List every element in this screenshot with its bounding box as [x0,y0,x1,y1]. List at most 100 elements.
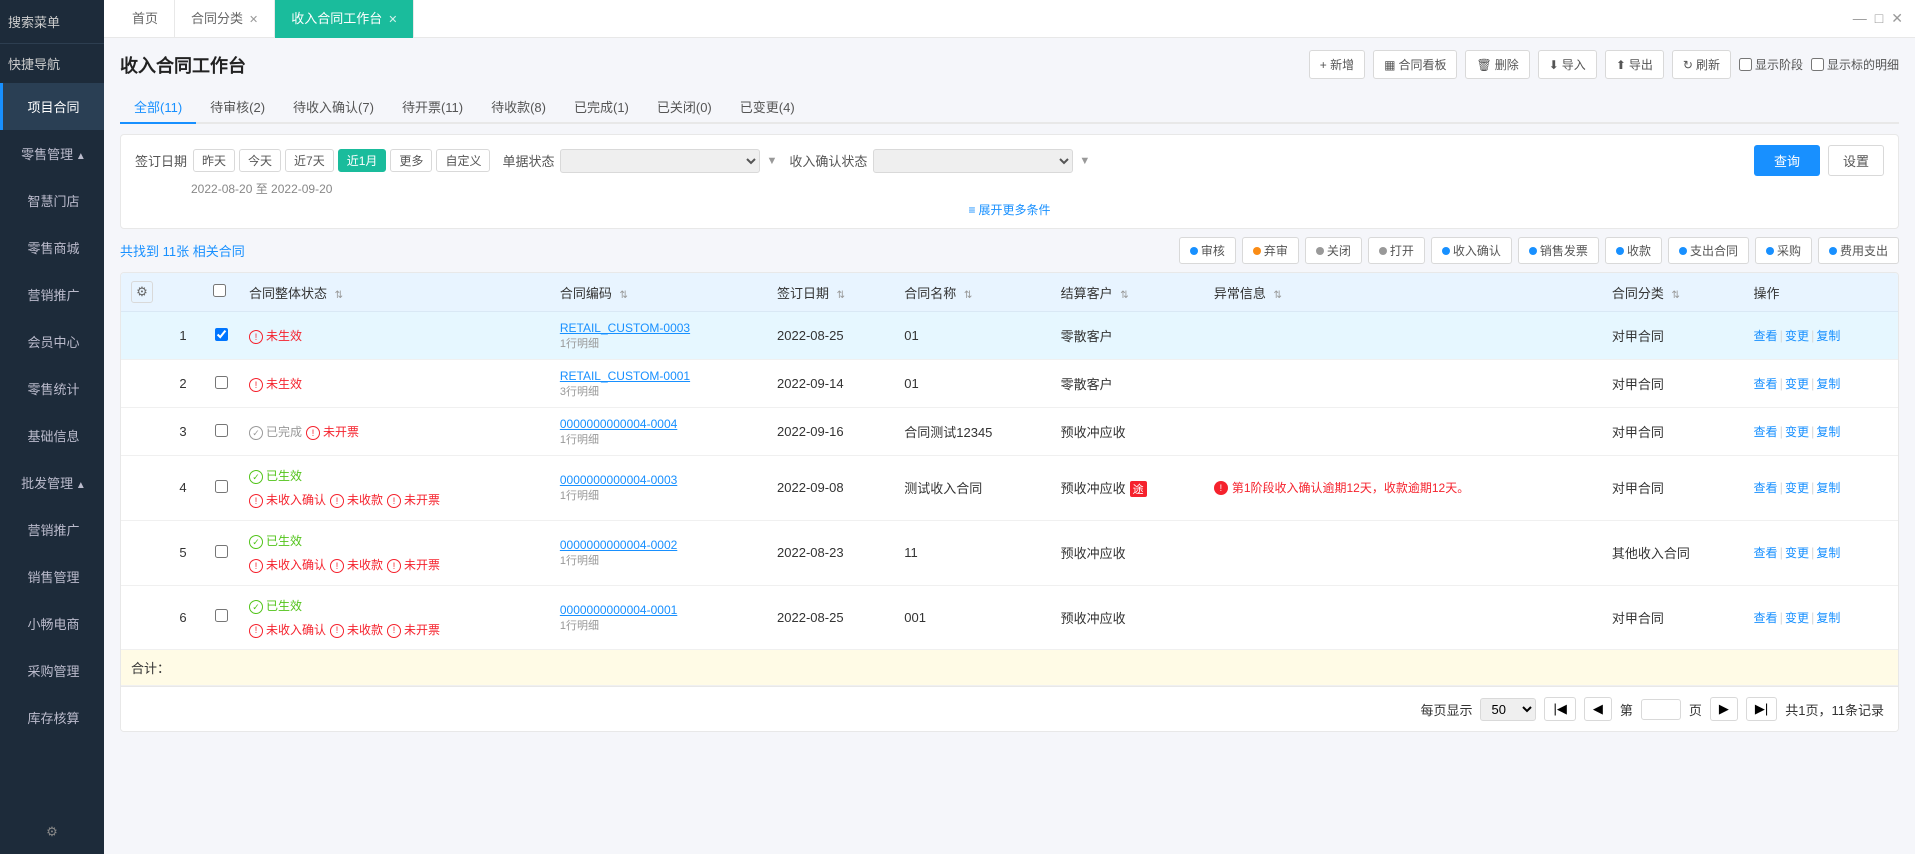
op-btn-复制[interactable]: 复制 [1816,611,1840,625]
action-btn-payment[interactable]: 收款 [1605,237,1662,264]
tab-close-icon[interactable]: ✕ [388,14,397,26]
col-date-header[interactable]: 签订日期 ⇅ [767,273,894,312]
op-btn-复制[interactable]: 复制 [1816,377,1840,391]
op-btn-变更[interactable]: 变更 [1785,377,1809,391]
action-btn-sales-invoice[interactable]: 销售发票 [1518,237,1599,264]
col-name-header[interactable]: 合同名称 ⇅ [894,273,1050,312]
refresh-button[interactable]: ↻ 刷新 [1672,50,1731,79]
op-btn-查看[interactable]: 查看 [1754,425,1778,439]
delete-button[interactable]: 🗑 删除 [1465,50,1529,79]
table-row[interactable]: 3✓已完成!未开票0000000000004-00041行明细2022-09-1… [121,408,1898,456]
op-btn-变更[interactable]: 变更 [1785,546,1809,560]
filter-tab-pending-confirm[interactable]: 待收入确认(7) [279,91,388,124]
import-button[interactable]: ⬇ 导入 [1538,50,1597,79]
contract-code-link[interactable]: 0000000000004-0002 [560,538,677,552]
sidebar-item-marketing[interactable]: 营销推广 [0,271,104,318]
action-btn-abandon[interactable]: 弃审 [1242,237,1299,264]
show-detail-checkbox[interactable] [1811,58,1824,71]
sidebar-item-retail-stat[interactable]: 零售统计 [0,365,104,412]
action-btn-fee-out[interactable]: 费用支出 [1818,237,1899,264]
export-button[interactable]: ⬆ 导出 [1605,50,1664,79]
date-btn-yesterday[interactable]: 昨天 [193,149,235,172]
first-page-btn[interactable]: |◀ [1544,697,1575,721]
filter-tab-all[interactable]: 全部(11) [120,91,196,124]
page-input[interactable]: 1 [1641,699,1681,720]
row-checkbox[interactable] [215,424,228,437]
tab-contract-type[interactable]: 合同分类✕ [175,0,275,38]
op-btn-查看[interactable]: 查看 [1754,377,1778,391]
sidebar-item-base-info[interactable]: 基础信息 [0,412,104,459]
date-btn-last7[interactable]: 近7天 [285,149,334,172]
op-btn-变更[interactable]: 变更 [1785,425,1809,439]
op-btn-复制[interactable]: 复制 [1816,425,1840,439]
filter-tab-pending-invoice[interactable]: 待开票(11) [388,91,477,124]
sidebar-item-sales-mgmt[interactable]: 销售管理 [0,553,104,600]
filter-tab-completed[interactable]: 已完成(1) [560,91,643,124]
sidebar-item-member[interactable]: 会员中心 [0,318,104,365]
op-btn-变更[interactable]: 变更 [1785,611,1809,625]
contract-code-link[interactable]: 0000000000004-0004 [560,417,677,431]
sidebar-settings-icon[interactable]: ⚙ [0,810,104,854]
sidebar-search[interactable]: 搜索菜单 [0,0,104,44]
col-customer-header[interactable]: 结算客户 ⇅ [1051,273,1204,312]
sidebar-item-wholesale[interactable]: 批发管理 ▲ [0,459,104,506]
row-checkbox[interactable] [215,376,228,389]
table-row[interactable]: 5✓已生效!未收入确认!未收款!未开票0000000000004-00021行明… [121,520,1898,585]
page-size-select[interactable]: 102050100 [1480,698,1536,721]
next-page-btn[interactable]: ▶ [1710,697,1738,721]
sidebar-item-marketing2[interactable]: 营销推广 [0,506,104,553]
income-confirm-select[interactable] [873,149,1073,173]
op-btn-复制[interactable]: 复制 [1816,546,1840,560]
action-btn-open[interactable]: 打开 [1368,237,1425,264]
op-btn-查看[interactable]: 查看 [1754,546,1778,560]
contract-code-link[interactable]: 0000000000004-0001 [560,603,677,617]
sidebar-item-ecommerce[interactable]: 小畅电商 [0,600,104,647]
row-checkbox[interactable] [215,480,228,493]
sidebar-item-purchase[interactable]: 采购管理 [0,647,104,694]
filter-tab-pending-payment[interactable]: 待收款(8) [477,91,560,124]
last-page-btn[interactable]: ▶| [1746,697,1777,721]
table-row[interactable]: 1!未生效RETAIL_CUSTOM-00031行明细2022-08-2501零… [121,312,1898,360]
contract-code-link[interactable]: RETAIL_CUSTOM-0001 [560,369,690,383]
filter-tab-closed[interactable]: 已关闭(0) [643,91,726,124]
op-btn-查看[interactable]: 查看 [1754,481,1778,495]
contract-code-link[interactable]: RETAIL_CUSTOM-0003 [560,321,690,335]
op-btn-变更[interactable]: 变更 [1785,481,1809,495]
minimize-btn[interactable]: — [1853,10,1867,27]
sidebar-item-inventory[interactable]: 库存核算 [0,694,104,741]
col-status-header[interactable]: 合同整体状态 ⇅ [239,273,550,312]
dashboard-button[interactable]: ▦ 合同看板 [1373,50,1457,79]
tab-income-workbench[interactable]: 收入合同工作台✕ [275,0,414,38]
row-checkbox[interactable] [215,609,228,622]
date-btn-custom[interactable]: 自定义 [436,149,490,172]
sidebar-nav[interactable]: 快捷导航 [0,44,104,83]
row-checkbox[interactable] [215,328,228,341]
tab-close-icon[interactable]: ✕ [249,14,258,26]
maximize-btn[interactable]: □ [1875,10,1883,27]
date-btn-more[interactable]: 更多 [390,149,432,172]
select-all-checkbox[interactable] [213,284,226,297]
table-row[interactable]: 6✓已生效!未收入确认!未收款!未开票0000000000004-00011行明… [121,585,1898,650]
filter-tab-pending-review[interactable]: 待审核(2) [196,91,279,124]
row-checkbox[interactable] [215,545,228,558]
action-btn-expense-out[interactable]: 支出合同 [1668,237,1749,264]
op-btn-复制[interactable]: 复制 [1816,329,1840,343]
sidebar-item-smart-store[interactable]: 智慧门店 [0,177,104,224]
sidebar-item-project[interactable]: 项目合同 [0,83,104,130]
action-btn-income-confirm[interactable]: 收入确认 [1431,237,1512,264]
sidebar-item-retail-mall[interactable]: 零售商城 [0,224,104,271]
op-btn-查看[interactable]: 查看 [1754,611,1778,625]
action-btn-close[interactable]: 关闭 [1305,237,1362,264]
col-code-header[interactable]: 合同编码 ⇅ [550,273,767,312]
action-btn-review[interactable]: 审核 [1179,237,1236,264]
show-phase-checkbox[interactable] [1739,58,1752,71]
close-btn[interactable]: ✕ [1891,10,1903,27]
op-btn-复制[interactable]: 复制 [1816,481,1840,495]
op-btn-查看[interactable]: 查看 [1754,329,1778,343]
filter-tab-changed[interactable]: 已变更(4) [726,91,809,124]
table-row[interactable]: 2!未生效RETAIL_CUSTOM-00013行明细2022-09-1401零… [121,360,1898,408]
add-button[interactable]: + 新增 [1309,50,1365,79]
tab-home[interactable]: 首页 [116,0,175,38]
col-error-header[interactable]: 异常信息 ⇅ [1204,273,1602,312]
query-button[interactable]: 查询 [1754,145,1820,176]
